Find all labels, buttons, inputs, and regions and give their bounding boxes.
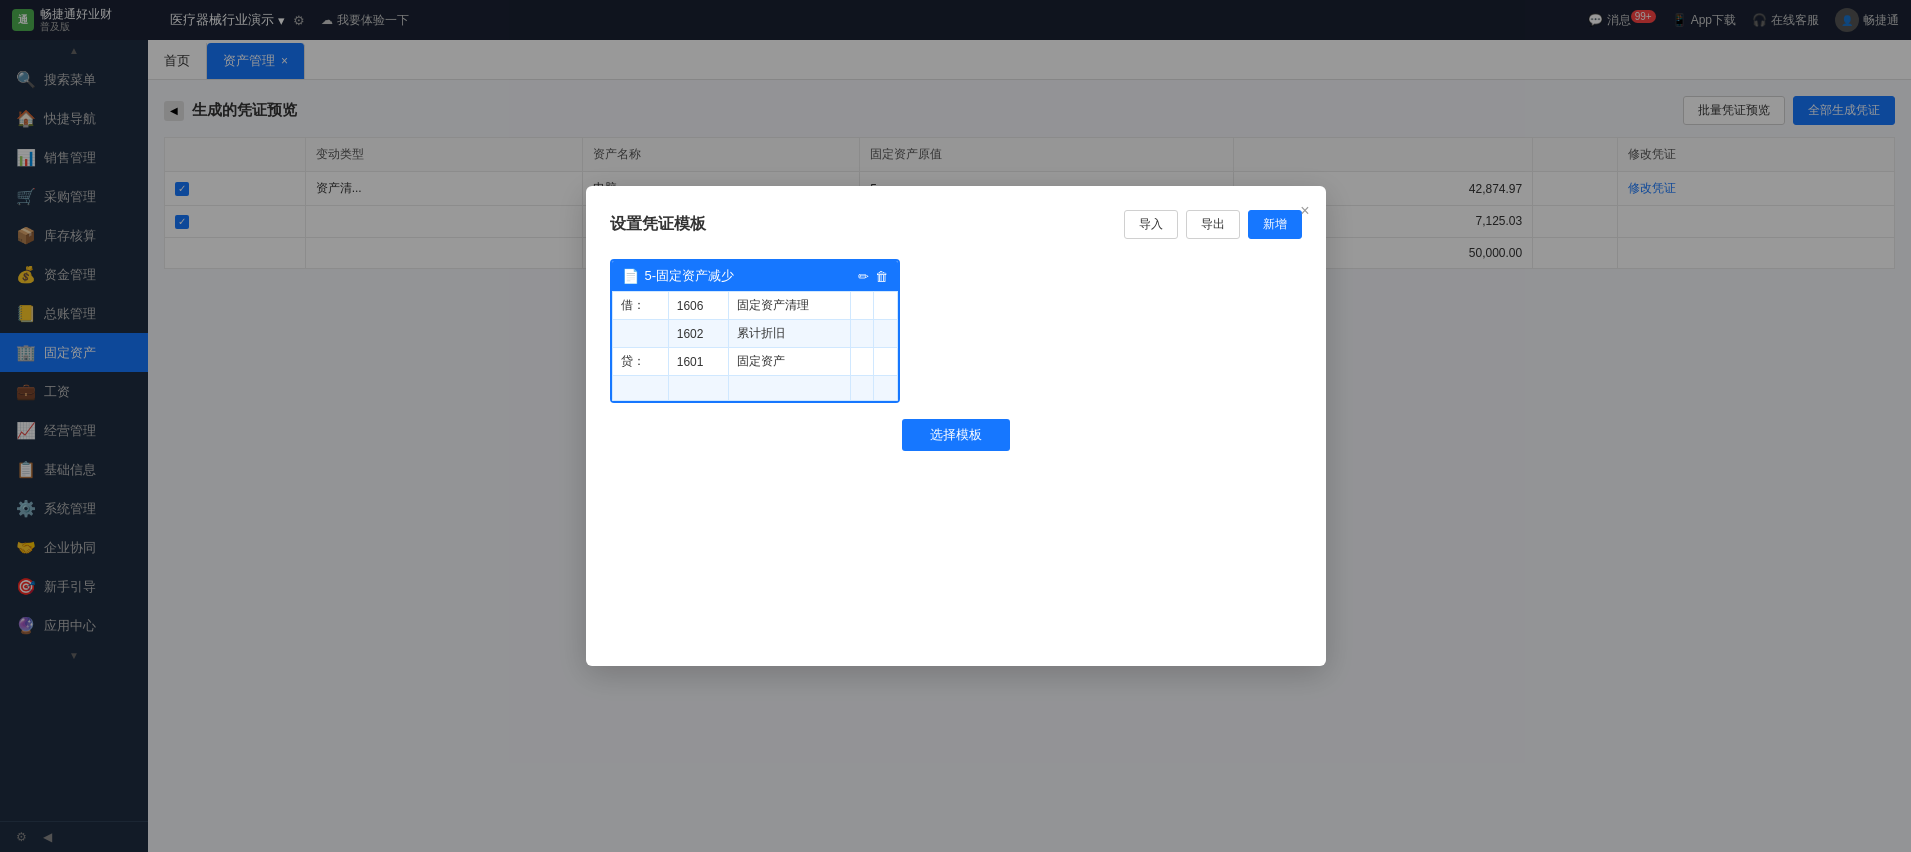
empty-col4 [850, 376, 873, 401]
debit2-name: 累计折旧 [728, 320, 850, 348]
credit1-col [874, 348, 897, 376]
template-row-credit1: 贷： 1601 固定资产 [612, 348, 897, 376]
empty-col3 [728, 376, 850, 401]
empty-col5 [874, 376, 897, 401]
template-card-title: 5-固定资产减少 [645, 267, 852, 285]
modal-actions: 导入 导出 新增 [1124, 210, 1302, 239]
credit1-amount [850, 348, 873, 376]
select-template-button[interactable]: 选择模板 [902, 419, 1010, 451]
modal-close-button[interactable]: × [1300, 202, 1309, 220]
empty-col1 [612, 376, 668, 401]
debit1-name: 固定资产清理 [728, 292, 850, 320]
template-header-actions: ✏ 🗑 [858, 269, 888, 284]
debit1-code: 1606 [668, 292, 728, 320]
debit2-col [874, 320, 897, 348]
modal-title: 设置凭证模板 [610, 214, 1124, 235]
template-delete-icon[interactable]: 🗑 [875, 269, 888, 284]
template-card: 📄 5-固定资产减少 ✏ 🗑 借： 1606 固定资产清理 [610, 259, 900, 403]
template-row-debit1: 借： 1606 固定资产清理 [612, 292, 897, 320]
debit1-amount [850, 292, 873, 320]
credit1-code: 1601 [668, 348, 728, 376]
export-button[interactable]: 导出 [1186, 210, 1240, 239]
debit1-col [874, 292, 897, 320]
debit2-amount [850, 320, 873, 348]
template-row-empty [612, 376, 897, 401]
empty-col2 [668, 376, 728, 401]
debit2-indent [612, 320, 668, 348]
debit-label: 借： [612, 292, 668, 320]
template-card-body: 借： 1606 固定资产清理 1602 累计折旧 [612, 291, 898, 401]
import-button[interactable]: 导入 [1124, 210, 1178, 239]
template-card-header: 📄 5-固定资产减少 ✏ 🗑 [612, 261, 898, 291]
debit2-code: 1602 [668, 320, 728, 348]
new-template-button[interactable]: 新增 [1248, 210, 1302, 239]
modal-overlay: 设置凭证模板 导入 导出 新增 × 📄 5-固定资产减少 ✏ 🗑 [0, 0, 1911, 852]
modal: 设置凭证模板 导入 导出 新增 × 📄 5-固定资产减少 ✏ 🗑 [586, 186, 1326, 666]
template-row-debit2: 1602 累计折旧 [612, 320, 897, 348]
template-table: 借： 1606 固定资产清理 1602 累计折旧 [612, 291, 898, 401]
template-doc-icon: 📄 [622, 268, 639, 284]
modal-header: 设置凭证模板 导入 导出 新增 [610, 210, 1302, 239]
credit1-name: 固定资产 [728, 348, 850, 376]
template-edit-icon[interactable]: ✏ [858, 269, 869, 284]
credit-label: 贷： [612, 348, 668, 376]
